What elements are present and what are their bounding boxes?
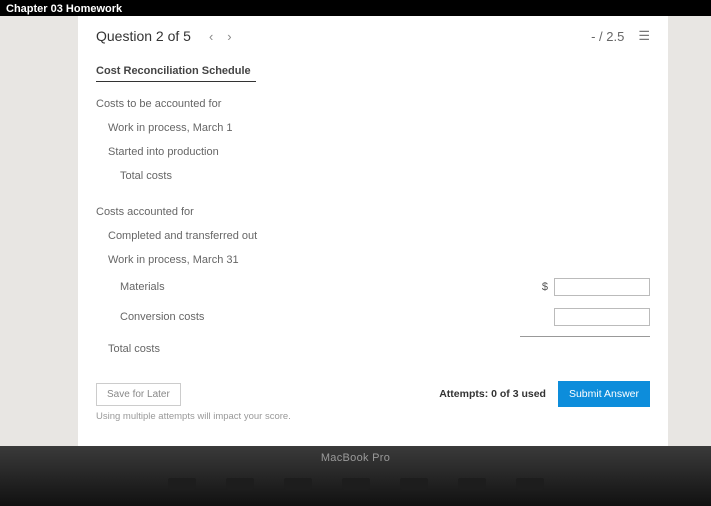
- started-production-row: Started into production: [96, 140, 650, 164]
- macbook-label: MacBook Pro: [321, 446, 390, 464]
- function-key: [284, 478, 312, 490]
- total-costs-row-1: Total costs: [96, 164, 650, 188]
- browser-tab-bar: Chapter 03 Homework: [0, 0, 711, 16]
- wip-march31-row: Work in process, March 31: [96, 248, 650, 272]
- question-number: Question 2 of 5: [96, 28, 191, 44]
- materials-row: Materials $: [96, 272, 650, 302]
- question-list-icon[interactable]: ☰: [638, 28, 650, 44]
- function-key: [400, 478, 428, 490]
- function-key: [342, 478, 370, 490]
- save-for-later-button[interactable]: Save for Later: [96, 383, 181, 406]
- attempts-hint: Using multiple attempts will impact your…: [78, 409, 668, 424]
- function-key: [226, 478, 254, 490]
- schedule-title: Cost Reconciliation Schedule: [96, 59, 256, 82]
- page-title: Chapter 03 Homework: [6, 3, 122, 15]
- dollar-sign: $: [542, 281, 548, 293]
- materials-label: Materials: [120, 281, 520, 293]
- question-body: Cost Reconciliation Schedule Costs to be…: [78, 55, 668, 371]
- conversion-costs-input[interactable]: [554, 308, 650, 326]
- attempts-label: Attempts: 0 of 3 used: [439, 388, 546, 400]
- points-display: - / 2.5: [591, 29, 624, 44]
- submit-answer-button[interactable]: Submit Answer: [558, 381, 650, 407]
- conversion-costs-row: Conversion costs: [96, 302, 650, 332]
- costs-accounted-heading: Costs accounted for: [96, 200, 650, 224]
- prev-question-button[interactable]: ‹: [209, 29, 213, 44]
- app-area: Question 2 of 5 ‹ › - / 2.5 ☰ Cost Recon…: [0, 16, 711, 446]
- keyboard-fn-row: [168, 478, 544, 490]
- function-key: [458, 478, 486, 490]
- footer-actions: Save for Later Attempts: 0 of 3 used Sub…: [78, 371, 668, 409]
- wip-march1-row: Work in process, March 1: [96, 116, 650, 140]
- question-nav: ‹ ›: [209, 29, 232, 44]
- function-key: [516, 478, 544, 490]
- next-question-button[interactable]: ›: [227, 29, 231, 44]
- conversion-costs-label: Conversion costs: [120, 311, 520, 323]
- total-costs-row-2: Total costs: [96, 337, 650, 361]
- laptop-bezel: MacBook Pro: [0, 446, 711, 506]
- completed-transferred-row: Completed and transferred out: [96, 224, 650, 248]
- question-card: Question 2 of 5 ‹ › - / 2.5 ☰ Cost Recon…: [78, 16, 668, 446]
- materials-input[interactable]: [554, 278, 650, 296]
- question-header: Question 2 of 5 ‹ › - / 2.5 ☰: [78, 16, 668, 55]
- costs-to-account-heading: Costs to be accounted for: [96, 92, 650, 116]
- function-key: [168, 478, 196, 490]
